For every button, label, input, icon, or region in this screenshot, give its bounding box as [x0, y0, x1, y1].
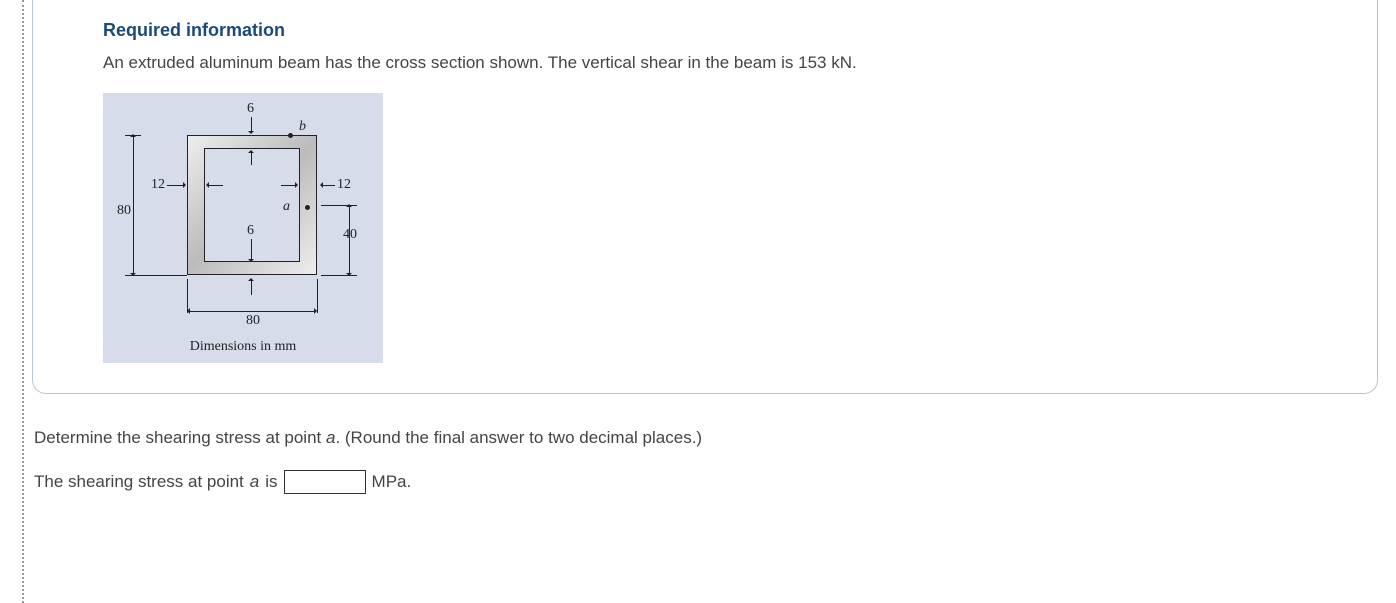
arrow-down-icon	[251, 117, 252, 133]
arrow-both-v-icon	[133, 135, 134, 275]
arrow-both-v-icon	[349, 205, 350, 275]
arrow-right-icon	[281, 185, 297, 186]
diagram-caption: Dimensions in mm	[103, 339, 383, 355]
prompt-text-after: . (Round the final answer to two decimal…	[335, 428, 702, 447]
point-b-dot	[288, 133, 293, 138]
dim-inner-6: 6	[247, 223, 254, 239]
dim-width-80: 80	[246, 313, 260, 329]
dim-right-12: 12	[337, 177, 351, 193]
required-text: An extruded aluminum beam has the cross …	[103, 53, 1349, 73]
answer-text-mid: is	[265, 472, 277, 492]
dim-left-12: 12	[151, 177, 165, 193]
tick-line	[125, 135, 141, 136]
answer-input[interactable]	[284, 470, 366, 494]
cross-section-diagram: 6 b 80 12 12 a 6	[103, 93, 383, 363]
question-prompt: Determine the shearing stress at point a…	[26, 428, 1378, 448]
arrow-left-icon	[207, 185, 223, 186]
tick-line	[317, 279, 318, 313]
required-title: Required information	[103, 20, 1349, 41]
dim-top-6: 6	[247, 101, 254, 117]
dim-height-80: 80	[117, 203, 131, 219]
label-a: a	[283, 199, 290, 215]
point-a-dot	[305, 205, 310, 210]
answer-unit: MPa.	[372, 472, 412, 492]
tick-line	[321, 205, 357, 206]
answer-row: The shearing stress at point a is MPa.	[26, 470, 1378, 494]
required-info-box: Required information An extruded aluminu…	[32, 0, 1378, 394]
dotted-margin	[22, 0, 24, 603]
tick-line	[125, 275, 187, 276]
arrow-both-h-icon	[188, 311, 316, 312]
label-b: b	[299, 119, 306, 135]
dim-40: 40	[343, 227, 357, 243]
prompt-text-before: Determine the shearing stress at point	[34, 428, 326, 447]
arrow-up-icon	[251, 279, 252, 295]
page-frame: Required information An extruded aluminu…	[0, 0, 1396, 603]
answer-text-before: The shearing stress at point	[34, 472, 244, 492]
answer-point: a	[250, 472, 259, 492]
tick-line	[321, 275, 357, 276]
arrow-right-icon	[167, 185, 185, 186]
arrow-left-icon	[321, 185, 335, 186]
arrow-up-icon	[251, 151, 252, 165]
arrow-down-icon	[251, 239, 252, 261]
